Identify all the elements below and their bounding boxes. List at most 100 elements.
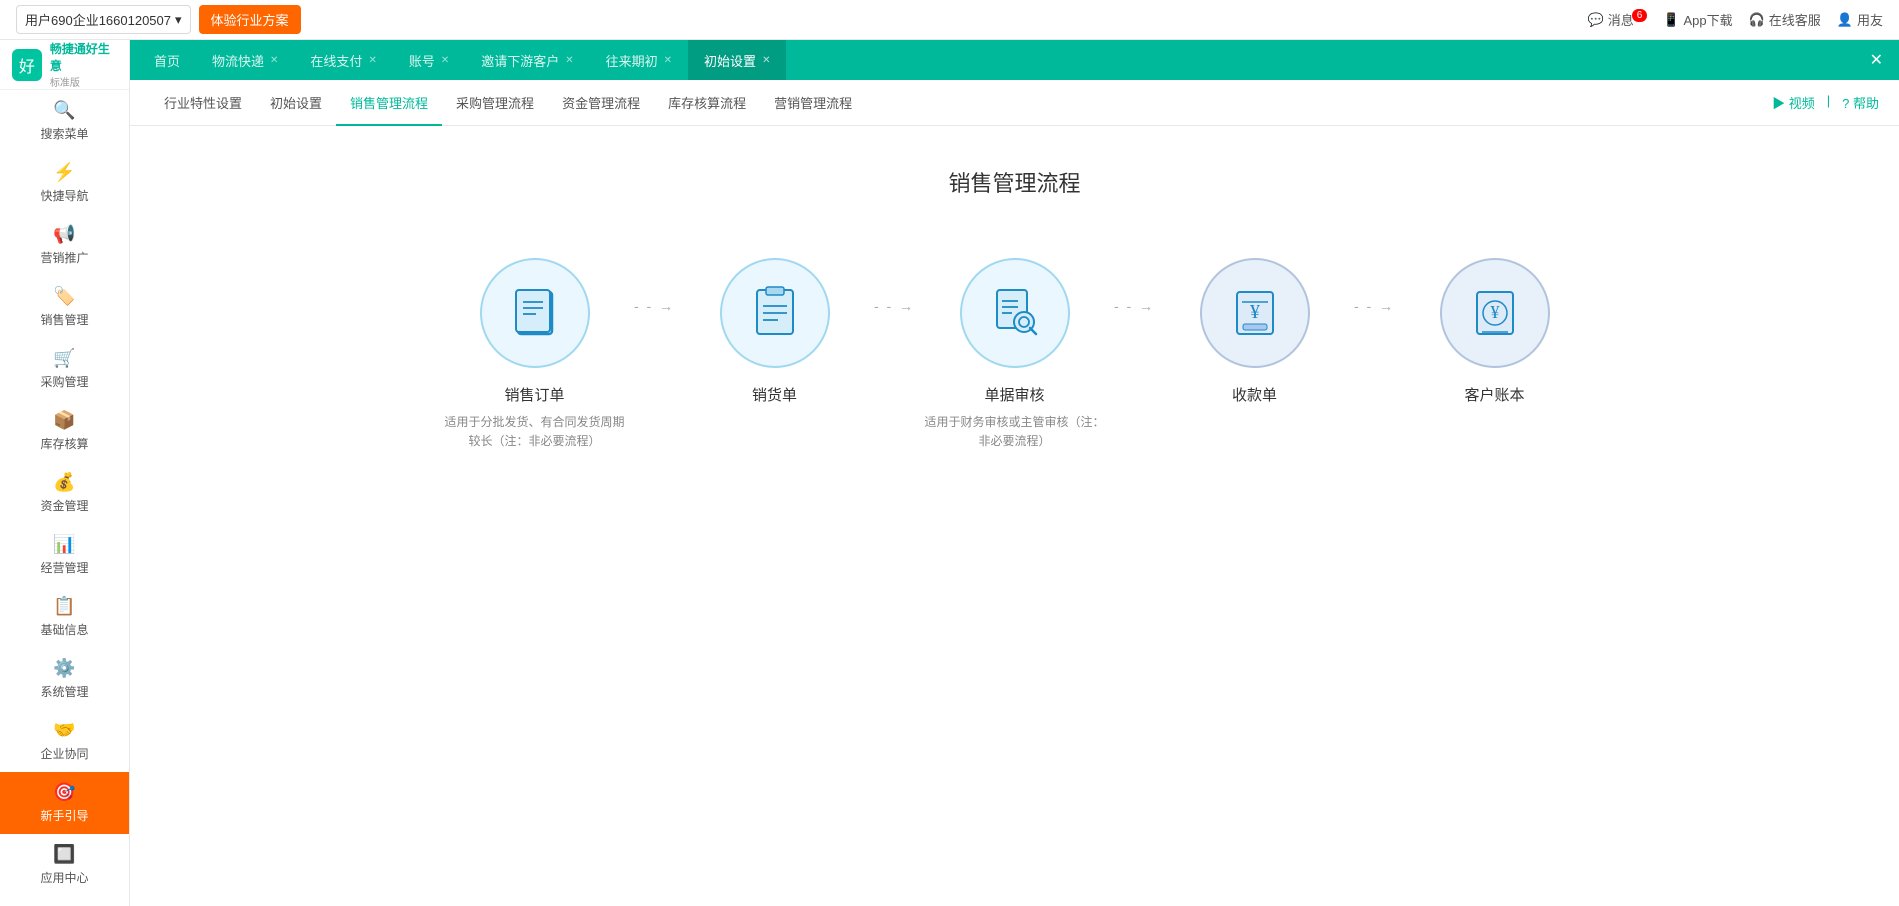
tab-payment-close[interactable]: ✕ bbox=[368, 55, 376, 66]
tab-account-close[interactable]: ✕ bbox=[441, 55, 449, 66]
top-bar-left: 用户690企业1660120507 ▾ 体验行业方案 bbox=[16, 5, 301, 34]
sidebar-item-operations-mgmt[interactable]: 📊 经营管理 bbox=[0, 524, 129, 586]
top-bar-right: 💬 消息 6 📱 App下载 🎧 在线客服 👤 用友 bbox=[1588, 10, 1884, 29]
sub-tab-purchase-flow[interactable]: 采购管理流程 bbox=[442, 80, 548, 126]
step-customer-ledger-name: 客户账本 bbox=[1464, 384, 1524, 405]
flow-circle-doc-review[interactable] bbox=[960, 258, 1070, 368]
delivery-icon bbox=[748, 286, 802, 340]
divider: | bbox=[1827, 93, 1830, 112]
flow-circle-customer-ledger[interactable]: ¥ bbox=[1440, 258, 1550, 368]
flow-circle-sales-order[interactable] bbox=[480, 258, 590, 368]
online-service-btn[interactable]: 🎧 在线客服 bbox=[1749, 10, 1821, 29]
flow-arrow-1: - - → bbox=[625, 258, 685, 314]
sidebar-item-purchase-mgmt-label: 采购管理 bbox=[40, 373, 88, 390]
message-btn[interactable]: 💬 消息 6 bbox=[1588, 10, 1648, 29]
video-label: 视频 bbox=[1789, 96, 1815, 111]
sidebar-item-search[interactable]: 🔍 搜索菜单 bbox=[0, 90, 129, 152]
tab-invite-downstream-label: 邀请下游客户 bbox=[481, 51, 559, 70]
sub-tab-initial-setup[interactable]: 初始设置 bbox=[256, 80, 336, 126]
sidebar-item-quick-nav[interactable]: ⚡ 快捷导航 bbox=[0, 152, 129, 214]
tab-account[interactable]: 账号 ✕ bbox=[393, 40, 465, 80]
step-doc-review-desc: 适用于财务审核或主管审核（注：非必要流程） bbox=[925, 413, 1105, 451]
tab-logistics[interactable]: 物流快递 ✕ bbox=[196, 40, 294, 80]
sales-icon: 🏷️ bbox=[53, 286, 75, 307]
logo-line1: 畅捷通好生意 bbox=[50, 40, 117, 74]
flow-circle-receipt[interactable]: ¥ bbox=[1200, 258, 1310, 368]
sub-tab-industry-settings[interactable]: 行业特性设置 bbox=[150, 80, 256, 126]
video-link[interactable]: ▶ 视频 bbox=[1772, 93, 1815, 112]
service-label: 在线客服 bbox=[1769, 10, 1821, 29]
user-btn[interactable]: 👤 用友 bbox=[1837, 10, 1883, 29]
page-content: 行业特性设置 初始设置 销售管理流程 采购管理流程 资金管理流程 库存核算流程 bbox=[130, 80, 1899, 906]
sub-tab-inventory-flow[interactable]: 库存核算流程 bbox=[654, 80, 760, 126]
sidebar-item-newbie-guide[interactable]: 🎯 新手引导 bbox=[0, 772, 129, 834]
sidebar-item-system-mgmt[interactable]: ⚙️ 系统管理 bbox=[0, 648, 129, 710]
tab-logistics-close[interactable]: ✕ bbox=[270, 55, 278, 66]
flow-circle-sales-delivery[interactable] bbox=[720, 258, 830, 368]
tab-invite-close[interactable]: ✕ bbox=[565, 55, 573, 66]
trial-button[interactable]: 体验行业方案 bbox=[199, 5, 301, 34]
sidebar-item-enterprise-wechat[interactable]: 💬 企业微信 bbox=[0, 896, 129, 906]
tab-initial-setup-label: 初始设置 bbox=[704, 51, 756, 70]
tab-home[interactable]: 首页 bbox=[138, 40, 196, 80]
tab-past-opening-label: 往来期初 bbox=[606, 51, 658, 70]
message-label: 消息 bbox=[1608, 10, 1634, 29]
operations-icon: 📊 bbox=[53, 534, 75, 555]
svg-text:¥: ¥ bbox=[1490, 302, 1499, 322]
app-icon: 📱 bbox=[1663, 12, 1679, 28]
logo-sub: 标准版 bbox=[50, 74, 117, 89]
sub-tab-purchase-flow-label: 采购管理流程 bbox=[456, 93, 534, 112]
help-label: 帮助 bbox=[1853, 96, 1879, 111]
user-selector[interactable]: 用户690企业1660120507 ▾ bbox=[16, 5, 191, 34]
avatar-icon: 👤 bbox=[1837, 12, 1853, 28]
tab-account-label: 账号 bbox=[409, 51, 435, 70]
sidebar-item-basic-info[interactable]: 📋 基础信息 bbox=[0, 586, 129, 648]
close-all-tabs-btn[interactable]: ✕ bbox=[1862, 50, 1891, 70]
sub-tab-finance-flow[interactable]: 资金管理流程 bbox=[548, 80, 654, 126]
sidebar: 好 畅捷通好生意 标准版 🔍 搜索菜单 ⚡ 快捷导航 📢 营销推广 🏷️ 销售管… bbox=[0, 40, 130, 906]
app-center-icon: 🔲 bbox=[53, 844, 75, 865]
sub-tab-marketing-flow[interactable]: 营销管理流程 bbox=[760, 80, 866, 126]
sidebar-item-inventory[interactable]: 📦 库存核算 bbox=[0, 400, 129, 462]
arrow-dots-3: - - → bbox=[1114, 298, 1155, 314]
sidebar-item-enterprise-collab[interactable]: 🤝 企业协同 bbox=[0, 710, 129, 772]
sub-tab-marketing-flow-label: 营销管理流程 bbox=[774, 93, 852, 112]
help-icon: ? bbox=[1842, 96, 1849, 111]
sub-tab-industry-settings-label: 行业特性设置 bbox=[164, 93, 242, 112]
flow-arrow-4: - - → bbox=[1345, 258, 1405, 314]
logo-text: 畅捷通好生意 标准版 bbox=[50, 40, 117, 89]
tab-past-opening[interactable]: 往来期初 ✕ bbox=[590, 40, 688, 80]
sidebar-item-marketing-promo[interactable]: 📢 营销推广 bbox=[0, 214, 129, 276]
sub-tabs: 行业特性设置 初始设置 销售管理流程 采购管理流程 资金管理流程 库存核算流程 bbox=[130, 80, 1899, 126]
order-icon bbox=[508, 286, 562, 340]
marketing-icon: 📢 bbox=[53, 224, 75, 245]
tab-past-opening-close[interactable]: ✕ bbox=[664, 55, 672, 66]
flow-diagram: 销售订单 适用于分批发货、有合同发货周期较长（注：非必要流程） - - → bbox=[150, 258, 1879, 451]
flow-arrow-3: - - → bbox=[1105, 258, 1165, 314]
message-badge: 6 bbox=[1632, 9, 1648, 22]
sidebar-item-app-center[interactable]: 🔲 应用中心 bbox=[0, 834, 129, 896]
tab-payment[interactable]: 在线支付 ✕ bbox=[294, 40, 392, 80]
sub-tab-sales-flow-label: 销售管理流程 bbox=[350, 93, 428, 112]
sidebar-item-finance-mgmt[interactable]: 💰 资金管理 bbox=[0, 462, 129, 524]
flow-step-customer-ledger: ¥ 客户账本 bbox=[1405, 258, 1585, 413]
guide-icon: 🎯 bbox=[53, 782, 75, 803]
sidebar-item-quick-nav-label: 快捷导航 bbox=[40, 187, 88, 204]
sub-tab-sales-flow[interactable]: 销售管理流程 bbox=[336, 80, 442, 126]
flow-step-sales-delivery: 销货单 bbox=[685, 258, 865, 413]
tab-initial-setup-close[interactable]: ✕ bbox=[762, 55, 770, 66]
tab-invite-downstream[interactable]: 邀请下游客户 ✕ bbox=[465, 40, 589, 80]
page-title: 销售管理流程 bbox=[150, 166, 1879, 198]
tab-initial-setup[interactable]: 初始设置 ✕ bbox=[688, 40, 786, 80]
help-link[interactable]: ? 帮助 bbox=[1842, 93, 1879, 112]
sidebar-item-purchase-mgmt[interactable]: 🛒 采购管理 bbox=[0, 338, 129, 400]
step-doc-review-name: 单据审核 bbox=[984, 384, 1044, 405]
sidebar-item-sales-mgmt[interactable]: 🏷️ 销售管理 bbox=[0, 276, 129, 338]
message-icon: 💬 bbox=[1588, 12, 1604, 28]
top-bar: 用户690企业1660120507 ▾ 体验行业方案 💬 消息 6 📱 App下… bbox=[0, 0, 1899, 40]
app-download-btn[interactable]: 📱 App下载 bbox=[1663, 10, 1732, 29]
nav-tabs: 首页 物流快递 ✕ 在线支付 ✕ 账号 ✕ 邀请下游客户 ✕ 往来期初 ✕ bbox=[130, 40, 1899, 80]
sidebar-logo: 好 畅捷通好生意 标准版 bbox=[0, 40, 129, 90]
sidebar-item-operations-mgmt-label: 经营管理 bbox=[40, 559, 88, 576]
collab-icon: 🤝 bbox=[53, 720, 75, 741]
